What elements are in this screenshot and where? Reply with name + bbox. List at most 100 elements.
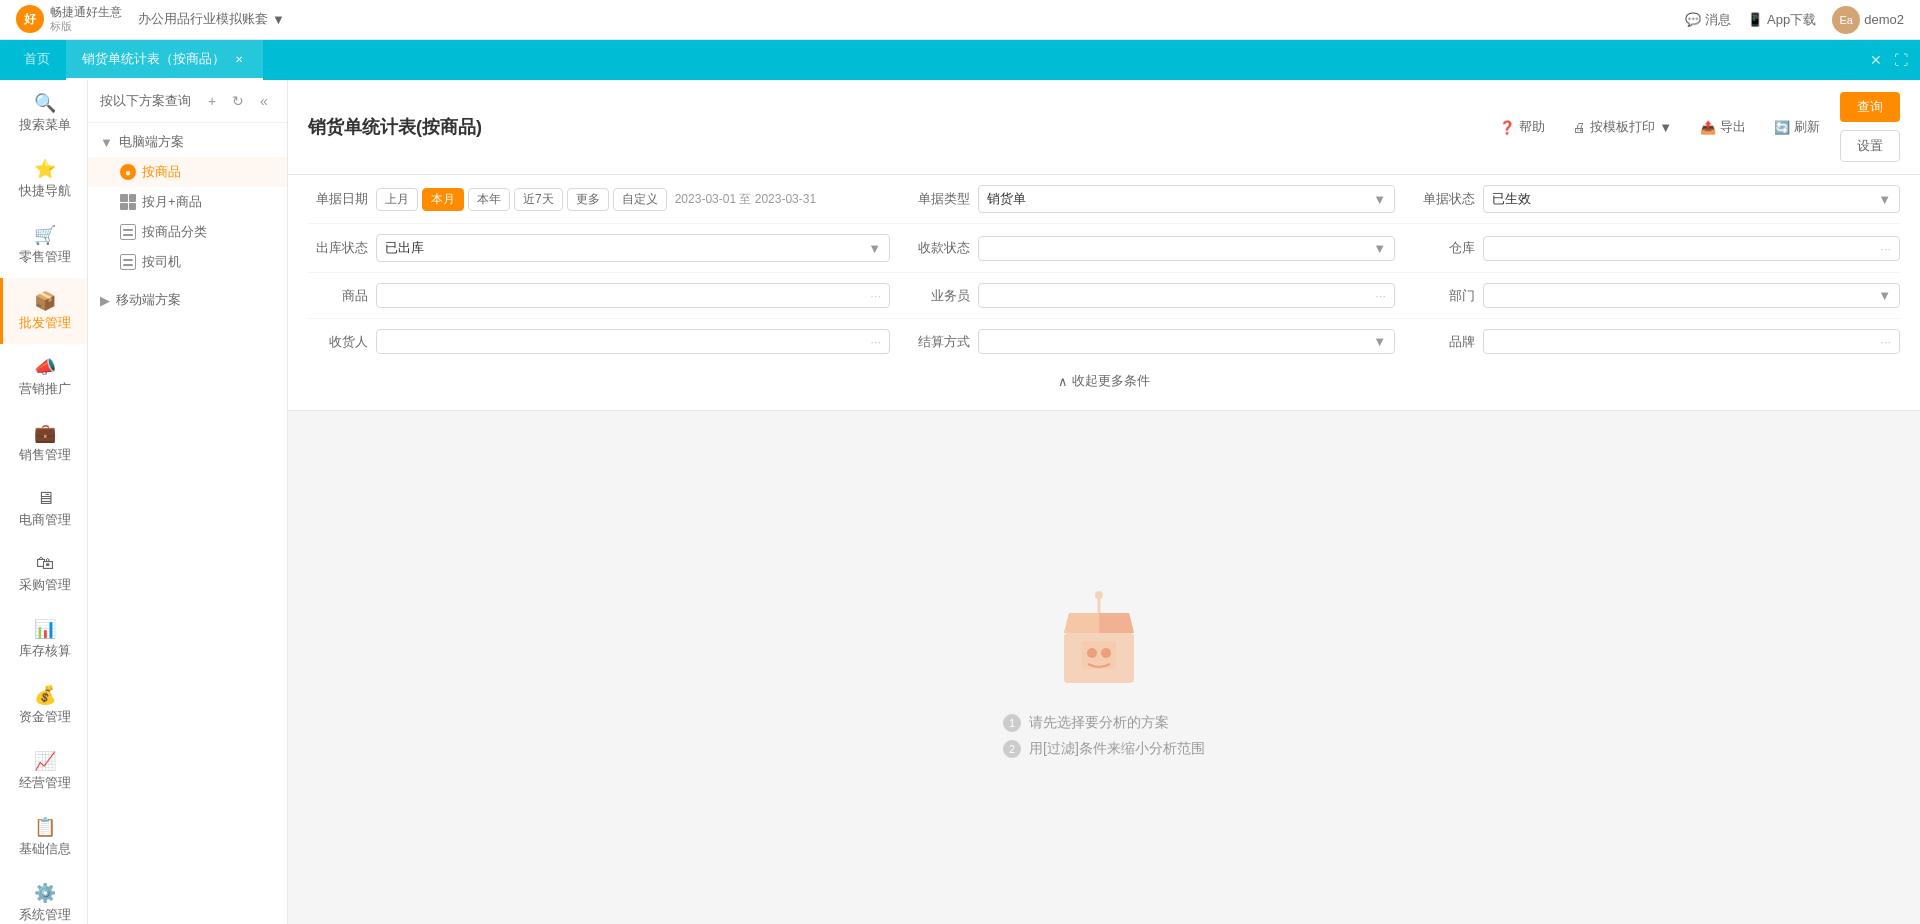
sidebar-item-inventory-label: 库存核算 <box>11 642 79 660</box>
date-btn-more[interactable]: 更多 <box>567 188 609 211</box>
tab-close-icon[interactable]: ✕ <box>231 51 247 67</box>
svg-marker-3 <box>1064 613 1099 633</box>
scheme-group-mobile-header[interactable]: ▶ 移动端方案 <box>88 285 287 315</box>
sidebar-item-search-label: 搜索菜单 <box>11 116 79 134</box>
settlement-select[interactable]: ▼ <box>978 329 1395 354</box>
sidebar-item-sales[interactable]: 💼 销售管理 <box>0 410 87 476</box>
sidebar-item-finance[interactable]: 💰 资金管理 <box>0 672 87 738</box>
print-btn[interactable]: 🖨 按模板打印 ▼ <box>1565 114 1680 140</box>
scheme-item-by-goods[interactable]: ● 按商品 <box>88 157 287 187</box>
out-status-arrow-icon: ▼ <box>868 241 881 256</box>
print-arrow-icon: ▼ <box>1659 120 1672 135</box>
sidebar: 🔍 搜索菜单 ⭐ 快捷导航 🛒 零售管理 📦 批发管理 📣 营销推广 💼 销售管… <box>0 80 88 924</box>
goods-select[interactable]: ··· <box>376 283 890 308</box>
query-button[interactable]: 查询 <box>1840 92 1900 122</box>
tab-home[interactable]: 首页 <box>8 40 66 80</box>
scheme-collapse-btn[interactable]: « <box>253 90 275 112</box>
scheme-group-mobile: ▶ 移动端方案 <box>88 281 287 319</box>
doc-status-value: 已生效 <box>1492 190 1531 208</box>
sidebar-item-purchase[interactable]: 🛍 采购管理 <box>0 541 87 606</box>
warehouse-filter-group: 仓库 ··· <box>1415 236 1900 261</box>
tab-close-all-icon[interactable]: ✕ <box>1866 48 1886 72</box>
out-status-label: 出库状态 <box>308 239 368 257</box>
workspace-selector[interactable]: 办公用品行业模拟账套 ▼ <box>130 6 293 32</box>
tab-home-label: 首页 <box>24 50 50 68</box>
out-status-value: 已出库 <box>385 239 424 257</box>
sidebar-item-retail[interactable]: 🛒 零售管理 <box>0 212 87 278</box>
department-select[interactable]: ▼ <box>1483 283 1900 308</box>
logo-area: 好 畅捷通好生意 标版 <box>16 5 122 34</box>
message-icon: 💬 <box>1685 12 1701 27</box>
export-btn[interactable]: 📤 导出 <box>1692 114 1754 140</box>
scheme-group-mobile-label: 移动端方案 <box>116 291 181 309</box>
sidebar-item-operations[interactable]: 📈 经营管理 <box>0 738 87 804</box>
collection-status-select[interactable]: ▼ <box>978 236 1395 261</box>
sidebar-item-wholesale[interactable]: 📦 批发管理 <box>0 278 87 344</box>
department-label: 部门 <box>1415 287 1475 305</box>
help-btn[interactable]: ❓ 帮助 <box>1491 114 1553 140</box>
basic-info-icon: 📋 <box>11 816 79 838</box>
inventory-icon: 📊 <box>11 618 79 640</box>
scheme-group-desktop-header[interactable]: ▼ 电脑端方案 <box>88 127 287 157</box>
collection-status-arrow-icon: ▼ <box>1373 241 1386 256</box>
sidebar-item-inventory[interactable]: 📊 库存核算 <box>0 606 87 672</box>
empty-hints: 1 请先选择要分析的方案 2 用[过滤]条件来缩小分析范围 <box>1003 714 1205 758</box>
refresh-btn[interactable]: 🔄 刷新 <box>1766 114 1828 140</box>
tab-expand-icon[interactable]: ⛶ <box>1890 48 1912 72</box>
salesperson-filter-group: 业务员 ··· <box>910 283 1395 308</box>
app-download-action[interactable]: 📱 App下载 <box>1747 11 1816 29</box>
scheme-item-by-category[interactable]: 按商品分类 <box>88 217 287 247</box>
warehouse-select[interactable]: ··· <box>1483 236 1900 261</box>
settings-button[interactable]: 设置 <box>1840 130 1900 162</box>
brand-dots-icon[interactable]: ··· <box>1880 334 1891 349</box>
date-btn-this-year[interactable]: 本年 <box>468 188 510 211</box>
svg-rect-4 <box>1082 641 1116 669</box>
tab-sales-report[interactable]: 销货单统计表（按商品） ✕ <box>66 40 263 80</box>
hint-text-1: 请先选择要分析的方案 <box>1029 714 1169 732</box>
doc-status-select[interactable]: 已生效 ▼ <box>1483 185 1900 213</box>
sidebar-item-marketing[interactable]: 📣 营销推广 <box>0 344 87 410</box>
warehouse-dots-icon[interactable]: ··· <box>1880 241 1891 256</box>
date-btn-this-month[interactable]: 本月 <box>422 188 464 211</box>
filter-row-4: 收货人 ··· 结算方式 ▼ 品牌 <box>308 319 1900 364</box>
sidebar-item-ecommerce[interactable]: 🖥 电商管理 <box>0 476 87 541</box>
refresh-label: 刷新 <box>1794 118 1820 136</box>
scheme-item-by-month-goods[interactable]: 按月+商品 <box>88 187 287 217</box>
date-btn-custom[interactable]: 自定义 <box>613 188 667 211</box>
brand-select[interactable]: ··· <box>1483 329 1900 354</box>
date-btn-7days[interactable]: 近7天 <box>514 188 563 211</box>
collapse-button[interactable]: ∧ 收起更多条件 <box>1058 372 1150 390</box>
doc-type-select[interactable]: 销货单 ▼ <box>978 185 1395 213</box>
user-action[interactable]: Ea demo2 <box>1832 6 1904 34</box>
goods-dots-icon[interactable]: ··· <box>870 288 881 303</box>
date-range-value: 2023-03-01 至 2023-03-31 <box>675 191 816 208</box>
operations-icon: 📈 <box>11 750 79 772</box>
empty-hint-1: 1 请先选择要分析的方案 <box>1003 714 1205 732</box>
scheme-add-btn[interactable]: + <box>201 90 223 112</box>
scheme-item-month-icon <box>120 194 136 210</box>
sidebar-item-basic-info[interactable]: 📋 基础信息 <box>0 804 87 870</box>
out-status-select[interactable]: 已出库 ▼ <box>376 234 890 262</box>
sidebar-item-quicknav-label: 快捷导航 <box>11 182 79 200</box>
sidebar-item-system[interactable]: ⚙️ 系统管理 <box>0 870 87 924</box>
receiver-select[interactable]: ··· <box>376 329 890 354</box>
svg-point-5 <box>1087 648 1097 658</box>
salesperson-select[interactable]: ··· <box>978 283 1395 308</box>
scheme-item-by-driver[interactable]: 按司机 <box>88 247 287 277</box>
tab-sales-report-label: 销货单统计表（按商品） <box>82 50 225 68</box>
empty-illustration <box>1044 578 1164 698</box>
message-action[interactable]: 💬 消息 <box>1685 11 1731 29</box>
logo-text: 畅捷通好生意 <box>50 5 122 19</box>
receiver-dots-icon[interactable]: ··· <box>870 334 881 349</box>
sidebar-item-search[interactable]: 🔍 搜索菜单 <box>0 80 87 146</box>
scheme-item-month-goods-label: 按月+商品 <box>142 193 202 211</box>
sidebar-item-system-label: 系统管理 <box>11 906 79 924</box>
date-btn-last-month[interactable]: 上月 <box>376 188 418 211</box>
sidebar-item-wholesale-label: 批发管理 <box>11 314 79 332</box>
sidebar-item-sales-label: 销售管理 <box>11 446 79 464</box>
salesperson-dots-icon[interactable]: ··· <box>1375 288 1386 303</box>
refresh-icon: 🔄 <box>1774 120 1790 135</box>
user-avatar: Ea <box>1832 6 1860 34</box>
scheme-refresh-btn[interactable]: ↻ <box>227 90 249 112</box>
sidebar-item-quicknav[interactable]: ⭐ 快捷导航 <box>0 146 87 212</box>
